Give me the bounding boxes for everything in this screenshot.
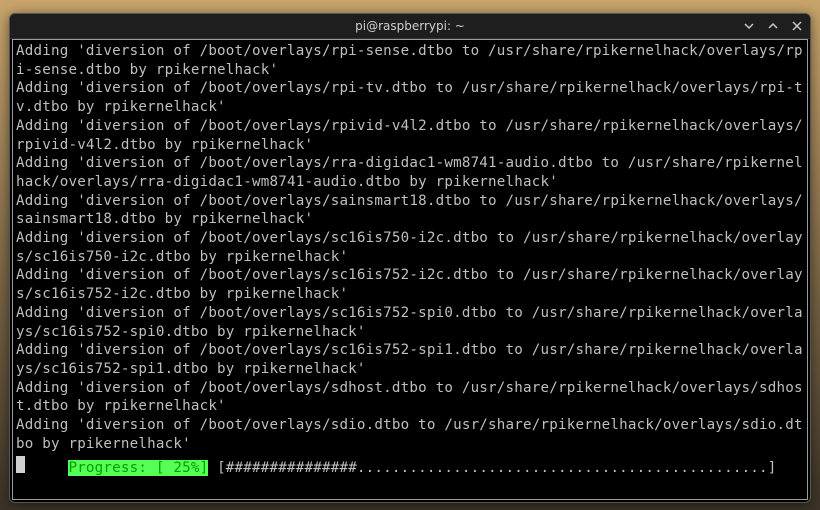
progress-line: Progress: [ 25%] [###############.......… [16, 440, 785, 496]
minimize-button[interactable] [740, 17, 758, 35]
terminal-line: Adding 'diversion of /boot/overlays/rpi-… [16, 79, 804, 116]
terminal-viewport[interactable]: Adding 'diversion of /boot/overlays/rpi-… [12, 39, 808, 500]
terminal-line: Adding 'diversion of /boot/overlays/sc16… [16, 229, 804, 266]
terminal-line: Adding 'diversion of /boot/overlays/rpiv… [16, 117, 804, 154]
terminal-window: pi@raspberrypi: ~ Adding 'diversion of /… [9, 13, 811, 503]
close-button[interactable] [788, 17, 806, 35]
terminal-output: Adding 'diversion of /boot/overlays/rpi-… [16, 42, 804, 453]
maximize-button[interactable] [764, 17, 782, 35]
terminal-line: Adding 'diversion of /boot/overlays/sdho… [16, 379, 804, 416]
terminal-line: Adding 'diversion of /boot/overlays/sc16… [16, 304, 804, 341]
terminal-line: Adding 'diversion of /boot/overlays/rra-… [16, 154, 804, 191]
terminal-line: Adding 'diversion of /boot/overlays/rpi-… [16, 42, 804, 79]
titlebar[interactable]: pi@raspberrypi: ~ [10, 14, 810, 39]
window-title: pi@raspberrypi: ~ [355, 19, 465, 33]
terminal-line: Adding 'diversion of /boot/overlays/sc16… [16, 266, 804, 303]
window-controls [740, 14, 806, 38]
progress-label: Progress: [ 25%] [68, 460, 208, 476]
terminal-line: Adding 'diversion of /boot/overlays/sc16… [16, 341, 804, 378]
progress-bar: [###############........................… [208, 460, 785, 476]
terminal-line: Adding 'diversion of /boot/overlays/sain… [16, 192, 804, 229]
